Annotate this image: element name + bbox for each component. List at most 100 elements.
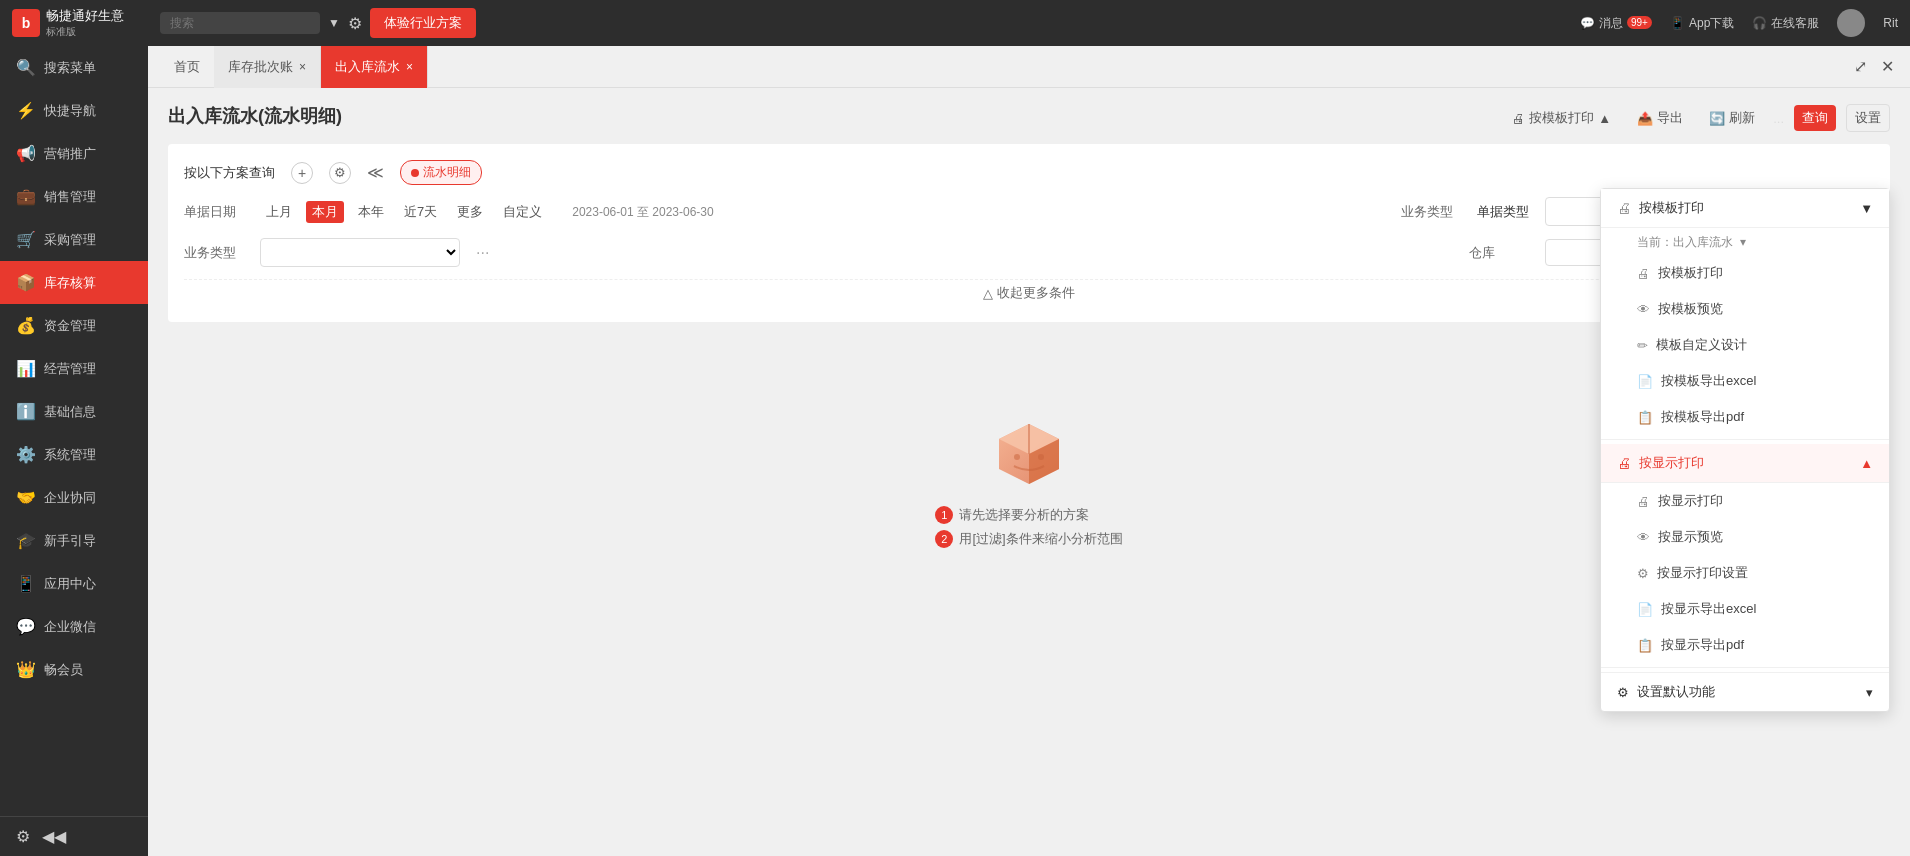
search-dropdown-btn[interactable]: ▼: [328, 16, 340, 30]
tab-close-all-btn[interactable]: ✕: [1877, 53, 1898, 80]
app-edition: 标准版: [46, 25, 124, 39]
sidebar-item-label: 采购管理: [44, 231, 96, 249]
sidebar-item-label: 企业协同: [44, 489, 96, 507]
dp-display-print-header[interactable]: 🖨 按显示打印 ▲: [1601, 444, 1889, 483]
sidebar-collapse-btn[interactable]: ◀◀: [42, 827, 66, 846]
date-tab-7days[interactable]: 近7天: [398, 201, 443, 223]
sidebar-item-membership[interactable]: 👑 畅会员: [0, 648, 148, 691]
dp-template-print-header[interactable]: 🖨 按模板打印 ▼: [1601, 189, 1889, 228]
query-btn[interactable]: 查询: [1794, 105, 1836, 131]
sidebar-item-label: 经营管理: [44, 360, 96, 378]
warehouse-label: 仓库: [1469, 244, 1529, 262]
filter-settings-btn[interactable]: ⚙: [329, 162, 351, 184]
sidebar-item-guide[interactable]: 🎓 新手引导: [0, 519, 148, 562]
date-range: 2023-06-01 至 2023-06-30: [572, 204, 713, 221]
filter-add-btn[interactable]: +: [291, 162, 313, 184]
dp-settings-icon: ⚙: [1617, 685, 1629, 700]
dp-template-pdf-item[interactable]: 📋 按模板导出pdf: [1601, 399, 1889, 435]
sidebar-item-label: 资金管理: [44, 317, 96, 335]
dp-template-custom-item[interactable]: ✏ 模板自定义设计: [1601, 327, 1889, 363]
filter-header-row: 按以下方案查询 + ⚙ ≪ 流水明细: [184, 160, 1874, 185]
sidebar-item-label: 基础信息: [44, 403, 96, 421]
operations-icon: 📊: [16, 359, 36, 378]
tab-home[interactable]: 首页: [160, 46, 214, 88]
sales-icon: 💼: [16, 187, 36, 206]
page-content: 出入库流水(流水明细) 🖨 按模板打印 ▲ 📤 导出 🔄 刷新 ...: [148, 88, 1910, 856]
sidebar-item-sales[interactable]: 💼 销售管理: [0, 175, 148, 218]
dp-display-print-settings-label: 按显示打印设置: [1657, 564, 1748, 582]
message-btn[interactable]: 💬 消息 99+: [1580, 15, 1652, 32]
date-label: 单据日期: [184, 203, 244, 221]
dp-display-pdf-item[interactable]: 📋 按显示导出pdf: [1601, 627, 1889, 663]
sidebar-item-wechat[interactable]: 💬 企业微信: [0, 605, 148, 648]
sidebar-item-inventory[interactable]: 📦 库存核算: [0, 261, 148, 304]
dp-template-excel-item[interactable]: 📄 按模板导出excel: [1601, 363, 1889, 399]
sidebar-item-enterprise[interactable]: 🤝 企业协同: [0, 476, 148, 519]
dp-display-excel-item[interactable]: 📄 按显示导出excel: [1601, 591, 1889, 627]
search-input[interactable]: [160, 12, 320, 34]
logo-char: b: [22, 15, 31, 31]
sidebar-item-system[interactable]: ⚙️ 系统管理: [0, 433, 148, 476]
settings-btn[interactable]: 设置: [1846, 104, 1890, 132]
refresh-label: 刷新: [1729, 109, 1755, 127]
dp-current-label: 当前：出入库流水 ▾: [1601, 228, 1889, 255]
sidebar-item-basic-info[interactable]: ℹ️ 基础信息: [0, 390, 148, 433]
top-header: b 畅捷通好生意 标准版 ▼ ⚙ 体验行业方案 💬 消息 99+ 📱 App下载…: [0, 0, 1910, 46]
system-icon: ⚙️: [16, 445, 36, 464]
filter-collapse-icon[interactable]: ≪: [367, 163, 384, 182]
dp-template-print-item[interactable]: 🖨 按模板打印: [1601, 255, 1889, 291]
sidebar-item-operations[interactable]: 📊 经营管理: [0, 347, 148, 390]
dp-template-preview-item[interactable]: 👁 按模板预览: [1601, 291, 1889, 327]
date-tab-current-year[interactable]: 本年: [352, 201, 390, 223]
dp-display-preview-item[interactable]: 👁 按显示预览: [1601, 519, 1889, 555]
sidebar-bottom: ⚙ ◀◀: [0, 816, 148, 856]
dp-footer[interactable]: ⚙ 设置默认功能 ▾: [1601, 672, 1889, 711]
business-type-select[interactable]: [260, 238, 460, 267]
date-tab-custom[interactable]: 自定义: [497, 201, 548, 223]
tip-num-2: 2: [935, 530, 953, 548]
avatar[interactable]: [1837, 9, 1865, 37]
voucher-type-label-text: 单据类型: [1477, 203, 1529, 221]
content-area: 首页 库存批次账 × 出入库流水 × ⤢ ✕ 出入库流水(流水明细) 🖨: [148, 46, 1910, 856]
date-tab-last-month[interactable]: 上月: [260, 201, 298, 223]
tab-inventory-batch-close[interactable]: ×: [299, 61, 306, 73]
date-tab-more[interactable]: 更多: [451, 201, 489, 223]
empty-tip-1: 1 请先选择要分析的方案: [935, 506, 1122, 524]
tag-label: 流水明细: [423, 164, 471, 181]
sidebar-item-app-center[interactable]: 📱 应用中心: [0, 562, 148, 605]
tab-inventory-batch[interactable]: 库存批次账 ×: [214, 46, 321, 88]
sidebar-item-marketing[interactable]: 📢 营销推广: [0, 132, 148, 175]
refresh-btn[interactable]: 🔄 刷新: [1701, 105, 1763, 131]
dp-display-print-label: 按显示打印: [1639, 454, 1704, 472]
tab-inout-flow[interactable]: 出入库流水 ×: [321, 46, 428, 88]
sidebar-settings-btn[interactable]: ⚙: [16, 827, 30, 846]
app-name: 畅捷通好生意: [46, 7, 124, 25]
date-tab-current-month[interactable]: 本月: [306, 201, 344, 223]
tab-inout-flow-close[interactable]: ×: [406, 61, 413, 73]
export-label: 导出: [1657, 109, 1683, 127]
online-service-btn[interactable]: 🎧 在线客服: [1752, 15, 1819, 32]
tab-inventory-batch-label: 库存批次账: [228, 58, 293, 76]
dp-display-print-item[interactable]: 🖨 按显示打印: [1601, 483, 1889, 519]
dp-display-print-settings-item[interactable]: ⚙ 按显示打印设置: [1601, 555, 1889, 591]
settings-icon[interactable]: ⚙: [348, 14, 362, 33]
sidebar-item-quick-nav[interactable]: ⚡ 快捷导航: [0, 89, 148, 132]
dp-template-excel-icon: 📄: [1637, 374, 1653, 389]
message-badge: 99+: [1627, 16, 1652, 29]
basic-info-icon: ℹ️: [16, 402, 36, 421]
app-download-btn[interactable]: 📱 App下载: [1670, 15, 1734, 32]
sidebar-item-purchase[interactable]: 🛒 采购管理: [0, 218, 148, 261]
sidebar-scroll: 🔍 搜索菜单 ⚡ 快捷导航 📢 营销推广 💼 销售管理 🛒 采购管理 📦: [0, 46, 148, 816]
search-menu-icon: 🔍: [16, 58, 36, 77]
print-template-btn[interactable]: 🖨 按模板打印 ▲: [1504, 105, 1619, 131]
tab-maximize-btn[interactable]: ⤢: [1850, 53, 1871, 80]
sidebar-item-search-menu[interactable]: 🔍 搜索菜单: [0, 46, 148, 89]
business-type-dots[interactable]: ···: [476, 244, 489, 262]
tip-text-1: 请先选择要分析的方案: [959, 506, 1089, 524]
sidebar-item-finance[interactable]: 💰 资金管理: [0, 304, 148, 347]
chevron-up-icon-dp: ▲: [1860, 456, 1873, 471]
trial-button[interactable]: 体验行业方案: [370, 8, 476, 38]
logo-text: 畅捷通好生意 标准版: [46, 7, 124, 39]
empty-tip-2: 2 用[过滤]条件来缩小分析范围: [935, 530, 1122, 548]
export-btn[interactable]: 📤 导出: [1629, 105, 1691, 131]
